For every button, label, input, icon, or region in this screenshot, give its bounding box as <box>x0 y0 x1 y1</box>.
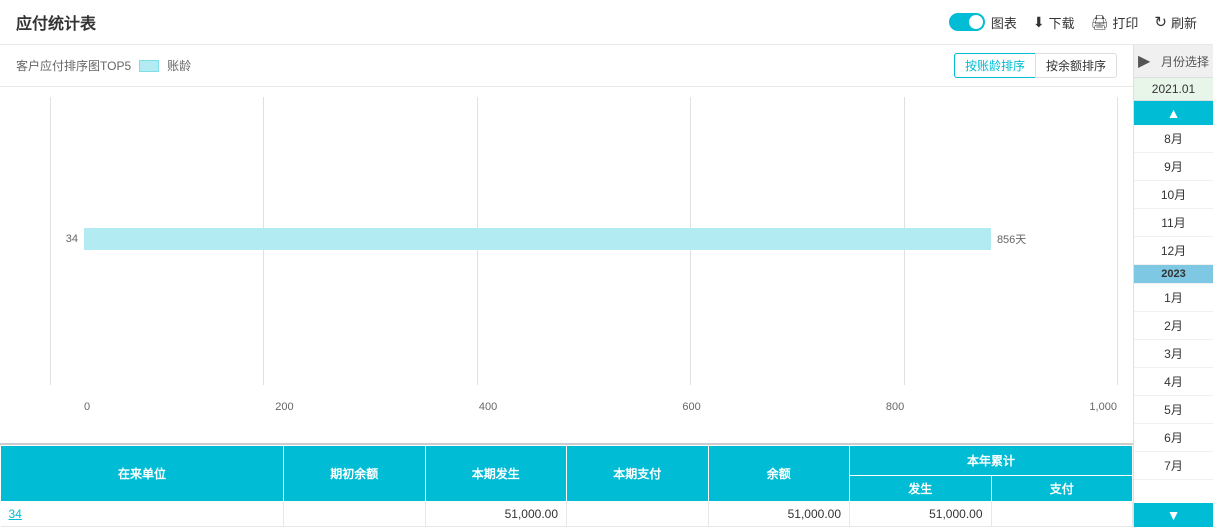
sidebar-scroll-down-button[interactable]: ▼ <box>1134 503 1213 527</box>
print-button[interactable]: 🖨 打印 <box>1091 13 1139 32</box>
year-label-2023: 2023 <box>1134 265 1213 284</box>
bar-y-label: 34 <box>50 233 78 245</box>
sort-by-balance-button[interactable]: 按余额排序 <box>1035 53 1117 78</box>
chart-toggle-label: 图表 <box>991 13 1017 32</box>
col-unit-header: 在来单位 <box>1 446 284 502</box>
refresh-label: 刷新 <box>1171 13 1197 32</box>
col-current-occ-header: 本期发生 <box>425 446 567 502</box>
print-label: 打印 <box>1112 13 1138 32</box>
month-item-3[interactable]: 3月 <box>1134 340 1213 368</box>
cell-current-pay <box>567 502 709 527</box>
chevron-up-icon: ▲ <box>1167 105 1181 121</box>
data-table: 在来单位 期初余额 本期发生 本期支付 余额 本年累计 发生 支付 <box>0 445 1133 527</box>
month-item-2[interactable]: 2月 <box>1134 312 1213 340</box>
month-item-10[interactable]: 10月 <box>1134 181 1213 209</box>
refresh-icon: ↻ <box>1154 13 1167 31</box>
bar-fill <box>84 228 991 250</box>
sidebar-header: ▶ 月份选择 <box>1134 45 1213 78</box>
month-item-9[interactable]: 9月 <box>1134 153 1213 181</box>
cell-unit: 34 <box>1 502 284 527</box>
bar-end-label: 856天 <box>997 231 1026 247</box>
table-wrap: 在来单位 期初余额 本期发生 本期支付 余额 本年累计 发生 支付 <box>0 445 1133 527</box>
sidebar-months-list: 8月 9月 10月 11月 12月 2023 1月 2月 3月 4月 5月 6月… <box>1134 125 1213 503</box>
x-tick-600: 600 <box>682 401 700 413</box>
month-item-11[interactable]: 11月 <box>1134 209 1213 237</box>
download-label: 下载 <box>1049 13 1075 32</box>
col-opening-header: 期初余额 <box>284 446 426 502</box>
chart-section: 客户应付排序图TOP5 账龄 按账龄排序 按余额排序 <box>0 45 1133 527</box>
cell-opening <box>284 502 426 527</box>
chart-legend: 客户应付排序图TOP5 账龄 <box>16 57 191 74</box>
x-tick-0: 0 <box>84 401 90 413</box>
sidebar-scroll-up-button[interactable]: ▲ <box>1134 101 1213 125</box>
grid-line-1000 <box>1117 97 1118 385</box>
x-tick-1000: 1,000 <box>1089 401 1117 413</box>
sort-by-age-button[interactable]: 按账龄排序 <box>954 53 1035 78</box>
month-item-6[interactable]: 6月 <box>1134 424 1213 452</box>
bar-row-34: 34 856天 <box>50 228 1117 250</box>
col-current-pay-header: 本期支付 <box>567 446 709 502</box>
month-item-12[interactable]: 12月 <box>1134 237 1213 265</box>
month-item-1[interactable]: 1月 <box>1134 284 1213 312</box>
chevron-down-icon: ▼ <box>1167 507 1181 523</box>
x-tick-200: 200 <box>275 401 293 413</box>
sidebar-selected-date: 2021.01 <box>1134 78 1213 101</box>
table-row: 34 51,000.00 51,000.00 51,000.00 <box>1 502 1133 527</box>
legend-color-label: 账龄 <box>167 57 191 74</box>
col-ytd-header: 本年累计 <box>850 446 1133 476</box>
right-sidebar: ▶ 月份选择 2021.01 ▲ 8月 9月 10月 11月 12月 2023 … <box>1133 45 1213 527</box>
cell-ytd-pay <box>991 502 1133 527</box>
chart-toggle-wrap: 图表 <box>949 13 1017 32</box>
x-tick-400: 400 <box>479 401 497 413</box>
header-actions: 图表 ⬇ 下载 🖨 打印 ↻ 刷新 <box>949 13 1197 32</box>
chart-header: 客户应付排序图TOP5 账龄 按账龄排序 按余额排序 <box>0 45 1133 87</box>
col-balance-header: 余额 <box>708 446 850 502</box>
chart-body: 34 856天 0 200 400 600 800 1,000 <box>0 87 1133 443</box>
header: 应付统计表 图表 ⬇ 下载 🖨 打印 ↻ 刷新 <box>0 0 1213 45</box>
month-item-8[interactable]: 8月 <box>1134 125 1213 153</box>
chart-toggle[interactable] <box>949 13 985 31</box>
unit-link[interactable]: 34 <box>9 507 22 521</box>
chart-canvas: 34 856天 0 200 400 600 800 1,000 <box>50 97 1117 413</box>
print-icon: 🖨 <box>1091 14 1109 31</box>
page-title: 应付统计表 <box>16 10 96 34</box>
cell-balance: 51,000.00 <box>708 502 850 527</box>
sidebar-expand-icon[interactable]: ▶ <box>1138 51 1150 71</box>
cell-current-occ: 51,000.00 <box>425 502 567 527</box>
download-button[interactable]: ⬇ 下载 <box>1033 13 1075 32</box>
x-axis: 0 200 400 600 800 1,000 <box>84 401 1117 413</box>
legend-color-box <box>139 60 159 72</box>
month-item-7[interactable]: 7月 <box>1134 452 1213 480</box>
chart-sort-buttons: 按账龄排序 按余额排序 <box>954 53 1117 78</box>
app-container: 应付统计表 图表 ⬇ 下载 🖨 打印 ↻ 刷新 <box>0 0 1213 527</box>
refresh-button[interactable]: ↻ 刷新 <box>1154 13 1197 32</box>
month-item-5[interactable]: 5月 <box>1134 396 1213 424</box>
col-ytd-pay-header: 支付 <box>991 476 1133 502</box>
x-tick-800: 800 <box>886 401 904 413</box>
download-icon: ⬇ <box>1033 14 1045 31</box>
col-ytd-occ-header: 发生 <box>850 476 992 502</box>
table-section: 在来单位 期初余额 本期发生 本期支付 余额 本年累计 发生 支付 <box>0 443 1133 527</box>
main-content: 客户应付排序图TOP5 账龄 按账龄排序 按余额排序 <box>0 45 1213 527</box>
cell-ytd-occ: 51,000.00 <box>850 502 992 527</box>
sidebar-title: 月份选择 <box>1161 53 1209 70</box>
legend-title: 客户应付排序图TOP5 <box>16 57 131 74</box>
month-item-4[interactable]: 4月 <box>1134 368 1213 396</box>
